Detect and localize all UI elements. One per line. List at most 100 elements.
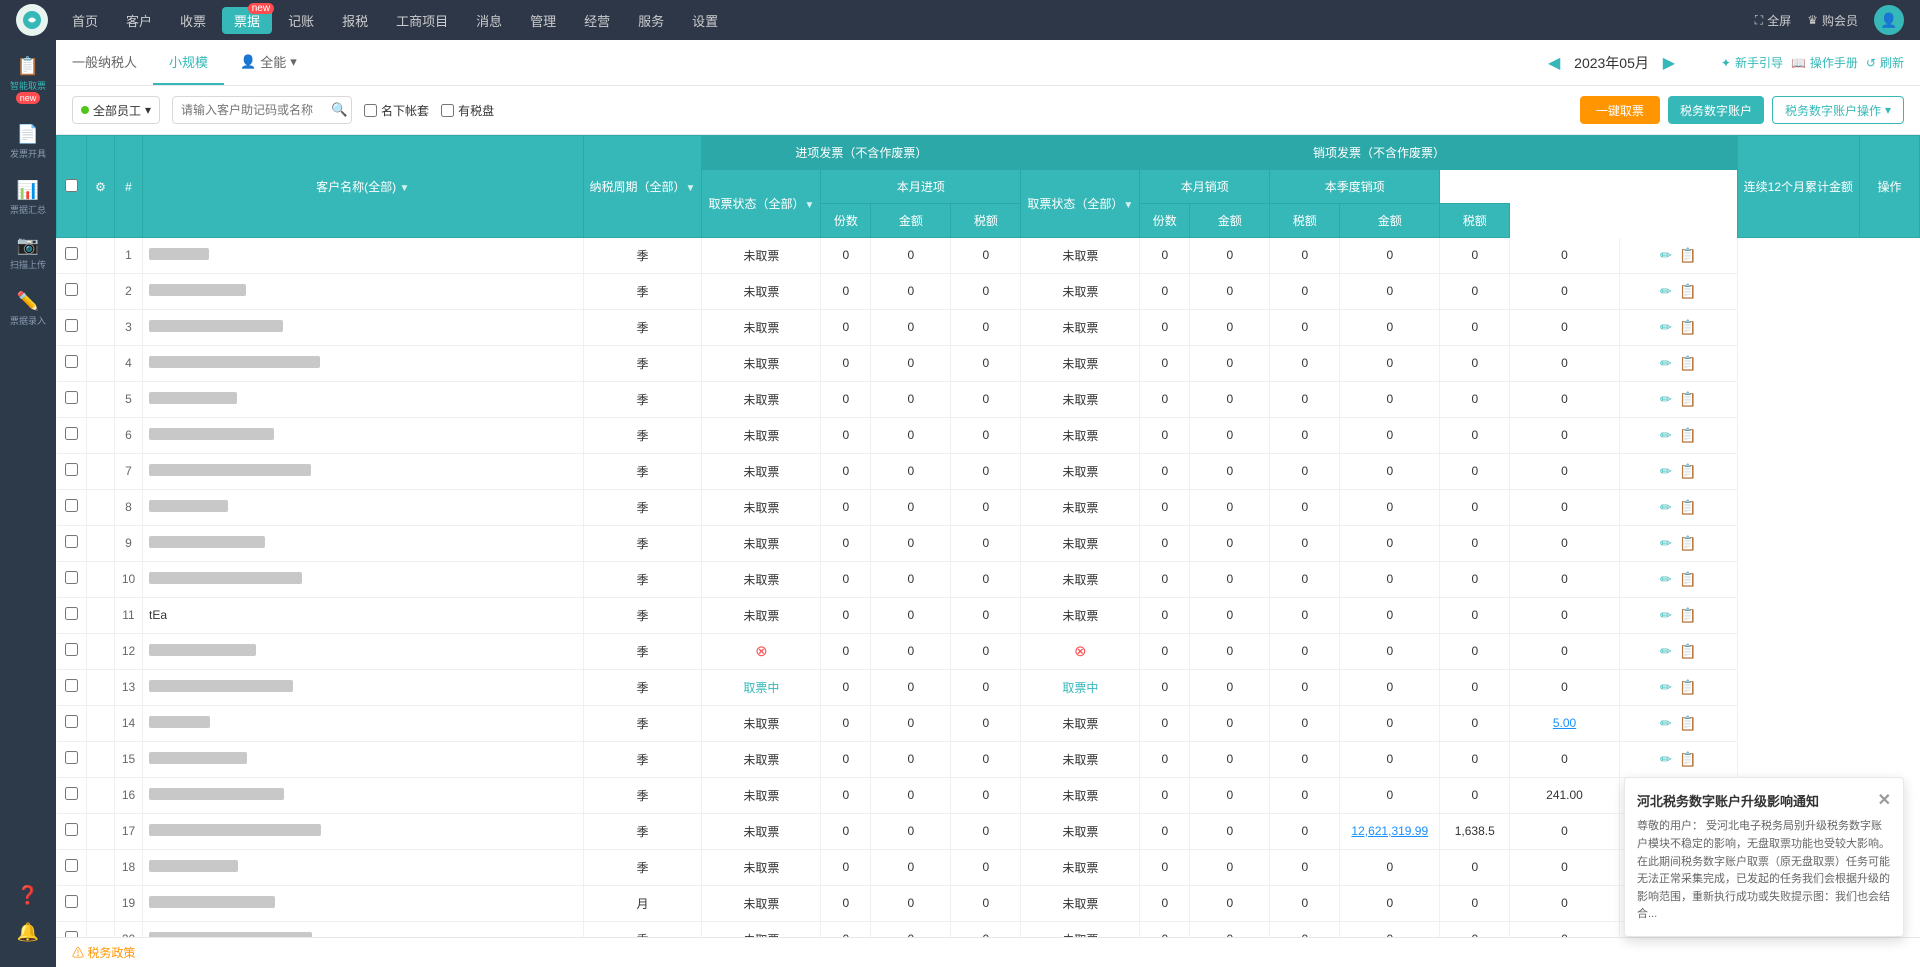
row-checkbox[interactable] xyxy=(65,247,78,260)
one-click-ticket-btn[interactable]: 一键取票 xyxy=(1580,96,1660,124)
new-user-guide-link[interactable]: ✦ 新手引导 xyxy=(1721,54,1783,71)
fullscreen-btn[interactable]: ⛶ 全屏 xyxy=(1755,12,1791,29)
nav-settings[interactable]: 设置 xyxy=(680,7,730,34)
customer-name-blurred[interactable] xyxy=(149,896,275,908)
row-checkbox[interactable] xyxy=(65,643,78,656)
nav-receive[interactable]: 收票 xyxy=(168,7,218,34)
date-prev-btn[interactable]: ◀ xyxy=(1542,51,1566,75)
tax-disk-checkbox[interactable] xyxy=(441,104,454,117)
customer-name-blurred[interactable] xyxy=(149,752,247,764)
row-checkbox[interactable] xyxy=(65,535,78,548)
customer-name-blurred[interactable] xyxy=(149,680,293,692)
customer-name-blurred[interactable] xyxy=(149,464,311,476)
th-out-status[interactable]: 取票状态（全部）▼ xyxy=(1021,170,1140,238)
cumulative-highlight[interactable]: 5.00 xyxy=(1553,716,1576,730)
edit-btn[interactable]: ✏ xyxy=(1658,533,1674,554)
nav-messages[interactable]: 消息 xyxy=(464,7,514,34)
digital-tax-account-ops-btn[interactable]: 税务数字账户操作 ▾ xyxy=(1772,96,1904,124)
vip-btn[interactable]: ♛ 购会员 xyxy=(1807,12,1858,29)
customer-name-blurred[interactable] xyxy=(149,536,265,548)
employee-filter[interactable]: 全部员工 ▾ xyxy=(72,96,160,124)
row-checkbox[interactable] xyxy=(65,283,78,296)
tab-small-scale[interactable]: 小规模 xyxy=(153,40,224,85)
edit-btn[interactable]: ✏ xyxy=(1658,461,1674,482)
all-tab-dropdown[interactable]: ▾ xyxy=(290,54,297,70)
customer-name-blurred[interactable] xyxy=(149,392,237,404)
sidebar-item-invoice-open[interactable]: 📄 发票开具 xyxy=(4,116,52,168)
customer-name-blurred[interactable] xyxy=(149,284,246,296)
copy-btn[interactable]: 📋 xyxy=(1677,749,1698,770)
copy-btn[interactable]: 📋 xyxy=(1677,569,1698,590)
copy-btn[interactable]: 📋 xyxy=(1677,389,1698,410)
customer-name-blurred[interactable] xyxy=(149,320,283,332)
customer-name-blurred[interactable] xyxy=(149,500,228,512)
tab-all[interactable]: 👤 全能 ▾ xyxy=(224,40,313,85)
sidebar-item-invoice-summary[interactable]: 📊 票据汇总 xyxy=(4,172,52,224)
copy-btn[interactable]: 📋 xyxy=(1677,353,1698,374)
edit-btn[interactable]: ✏ xyxy=(1658,281,1674,302)
edit-btn[interactable]: ✏ xyxy=(1658,353,1674,374)
row-checkbox[interactable] xyxy=(65,391,78,404)
edit-btn[interactable]: ✏ xyxy=(1658,569,1674,590)
row-checkbox[interactable] xyxy=(65,355,78,368)
edit-btn[interactable]: ✏ xyxy=(1658,245,1674,266)
edit-btn[interactable]: ✏ xyxy=(1658,641,1674,662)
sidebar-item-smart-ticket[interactable]: 📋 智能取票 new xyxy=(4,48,52,112)
nav-tax[interactable]: 报税 xyxy=(330,7,380,34)
copy-btn[interactable]: 📋 xyxy=(1677,641,1698,662)
edit-btn[interactable]: ✏ xyxy=(1658,677,1674,698)
my-account-checkbox[interactable] xyxy=(364,104,377,117)
tax-disk-checkbox-label[interactable]: 有税盘 xyxy=(441,102,494,119)
customer-name-blurred[interactable] xyxy=(149,716,210,728)
edit-btn[interactable]: ✏ xyxy=(1658,425,1674,446)
customer-name[interactable]: tEa xyxy=(149,608,167,622)
edit-btn[interactable]: ✏ xyxy=(1658,389,1674,410)
user-avatar[interactable]: 👤 xyxy=(1874,5,1904,35)
edit-btn[interactable]: ✏ xyxy=(1658,749,1674,770)
customer-name-blurred[interactable] xyxy=(149,824,321,836)
tab-general-taxpayer[interactable]: 一般纳税人 xyxy=(56,40,153,85)
nav-business[interactable]: 工商项目 xyxy=(384,7,460,34)
nav-customer[interactable]: 客户 xyxy=(114,7,164,34)
edit-btn[interactable]: ✏ xyxy=(1658,317,1674,338)
row-checkbox[interactable] xyxy=(65,823,78,836)
copy-btn[interactable]: 📋 xyxy=(1677,605,1698,626)
logo[interactable] xyxy=(16,4,48,36)
row-checkbox[interactable] xyxy=(65,463,78,476)
edit-btn[interactable]: ✏ xyxy=(1658,497,1674,518)
row-checkbox[interactable] xyxy=(65,427,78,440)
th-in-status[interactable]: 取票状态（全部）▼ xyxy=(702,170,821,238)
sidebar-item-ticket-entry[interactable]: ✏️ 票据录入 xyxy=(4,283,52,335)
sidebar-item-scan-upload[interactable]: 📷 扫描上传 xyxy=(4,227,52,279)
nav-management[interactable]: 管理 xyxy=(518,7,568,34)
notification-close-btn[interactable]: ✕ xyxy=(1878,790,1891,810)
customer-name-blurred[interactable] xyxy=(149,860,238,872)
search-button[interactable]: 🔍 xyxy=(331,102,348,118)
row-checkbox[interactable] xyxy=(65,751,78,764)
edit-btn[interactable]: ✏ xyxy=(1658,605,1674,626)
nav-invoice[interactable]: 票据 new xyxy=(222,7,272,34)
select-all-checkbox[interactable] xyxy=(65,179,78,192)
th-customer-name[interactable]: 客户名称(全部) ▼ xyxy=(143,136,584,238)
copy-btn[interactable]: 📋 xyxy=(1677,317,1698,338)
nav-home[interactable]: 首页 xyxy=(60,7,110,34)
my-account-checkbox-label[interactable]: 名下帐套 xyxy=(364,102,429,119)
copy-btn[interactable]: 📋 xyxy=(1677,461,1698,482)
q-amount-highlight[interactable]: 12,621,319.99 xyxy=(1351,824,1428,838)
row-checkbox[interactable] xyxy=(65,715,78,728)
tax-policy-link[interactable]: ⚠ 税务政策 xyxy=(72,944,135,961)
copy-btn[interactable]: 📋 xyxy=(1677,497,1698,518)
customer-name-blurred[interactable] xyxy=(149,428,274,440)
copy-btn[interactable]: 📋 xyxy=(1677,245,1698,266)
row-checkbox[interactable] xyxy=(65,319,78,332)
nav-operations[interactable]: 经营 xyxy=(572,7,622,34)
sidebar-help[interactable]: ❓ xyxy=(4,877,52,914)
refresh-btn[interactable]: ↺ 刷新 xyxy=(1866,54,1904,71)
edit-btn[interactable]: ✏ xyxy=(1658,713,1674,734)
th-cycle[interactable]: 纳税周期（全部）▼ xyxy=(583,136,702,238)
th-settings[interactable]: ⚙ xyxy=(87,136,115,238)
customer-name-blurred[interactable] xyxy=(149,644,256,656)
sidebar-notification[interactable]: 🔔 xyxy=(4,914,52,951)
nav-service[interactable]: 服务 xyxy=(626,7,676,34)
row-checkbox[interactable] xyxy=(65,787,78,800)
